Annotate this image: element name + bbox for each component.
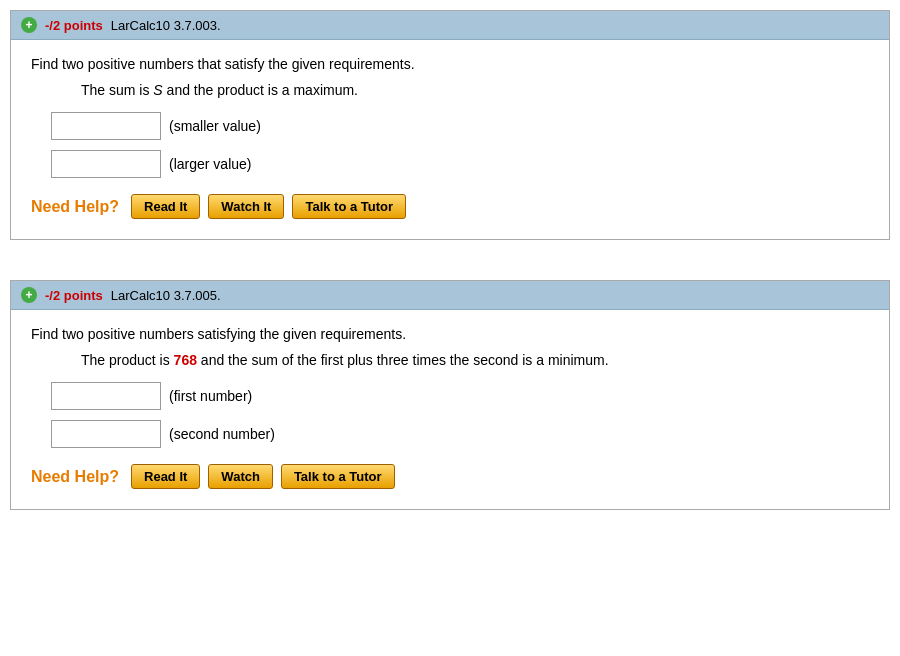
need-help-label-2: Need Help? [31,468,119,486]
second-number-label: (second number) [169,426,275,442]
watch-it-button-2[interactable]: Watch [208,464,273,489]
points-label-2: -/2 points [45,288,103,303]
subtext-italic: S [153,82,162,98]
first-number-input[interactable] [51,382,161,410]
need-help-label-1: Need Help? [31,198,119,216]
problem-1-question: Find two positive numbers that satisfy t… [31,56,869,72]
problem-1-subtext: The sum is S and the product is a maximu… [81,82,869,98]
problem-code-2: LarCalc10 3.7.005. [111,288,221,303]
input-row-2-1: (first number) [51,382,869,410]
watch-it-button-1[interactable]: Watch It [208,194,284,219]
points-label-1: -/2 points [45,18,103,33]
second-number-input[interactable] [51,420,161,448]
larger-value-label: (larger value) [169,156,251,172]
problem-1: + -/2 points LarCalc10 3.7.003. Find two… [10,10,890,240]
input-row-1-1: (smaller value) [51,112,869,140]
talk-to-tutor-button-2[interactable]: Talk to a Tutor [281,464,395,489]
problem-code-1: LarCalc10 3.7.003. [111,18,221,33]
problem-1-body: Find two positive numbers that satisfy t… [11,40,889,239]
input-row-1-2: (larger value) [51,150,869,178]
need-help-row-1: Need Help? Read It Watch It Talk to a Tu… [31,194,869,219]
first-number-label: (first number) [169,388,252,404]
smaller-value-label: (smaller value) [169,118,261,134]
problem-2: + -/2 points LarCalc10 3.7.005. Find two… [10,280,890,510]
problem-2-question: Find two positive numbers satisfying the… [31,326,869,342]
talk-to-tutor-button-1[interactable]: Talk to a Tutor [292,194,406,219]
problem-2-header: + -/2 points LarCalc10 3.7.005. [11,281,889,310]
smaller-value-input[interactable] [51,112,161,140]
read-it-button-2[interactable]: Read It [131,464,200,489]
need-help-row-2: Need Help? Read It Watch Talk to a Tutor [31,464,869,489]
expand-icon-2[interactable]: + [21,287,37,303]
input-row-2-2: (second number) [51,420,869,448]
larger-value-input[interactable] [51,150,161,178]
problem-2-body: Find two positive numbers satisfying the… [11,310,889,509]
expand-icon-1[interactable]: + [21,17,37,33]
problem-1-header: + -/2 points LarCalc10 3.7.003. [11,11,889,40]
problem-2-subtext: The product is 768 and the sum of the fi… [81,352,869,368]
product-value: 768 [174,352,197,368]
read-it-button-1[interactable]: Read It [131,194,200,219]
